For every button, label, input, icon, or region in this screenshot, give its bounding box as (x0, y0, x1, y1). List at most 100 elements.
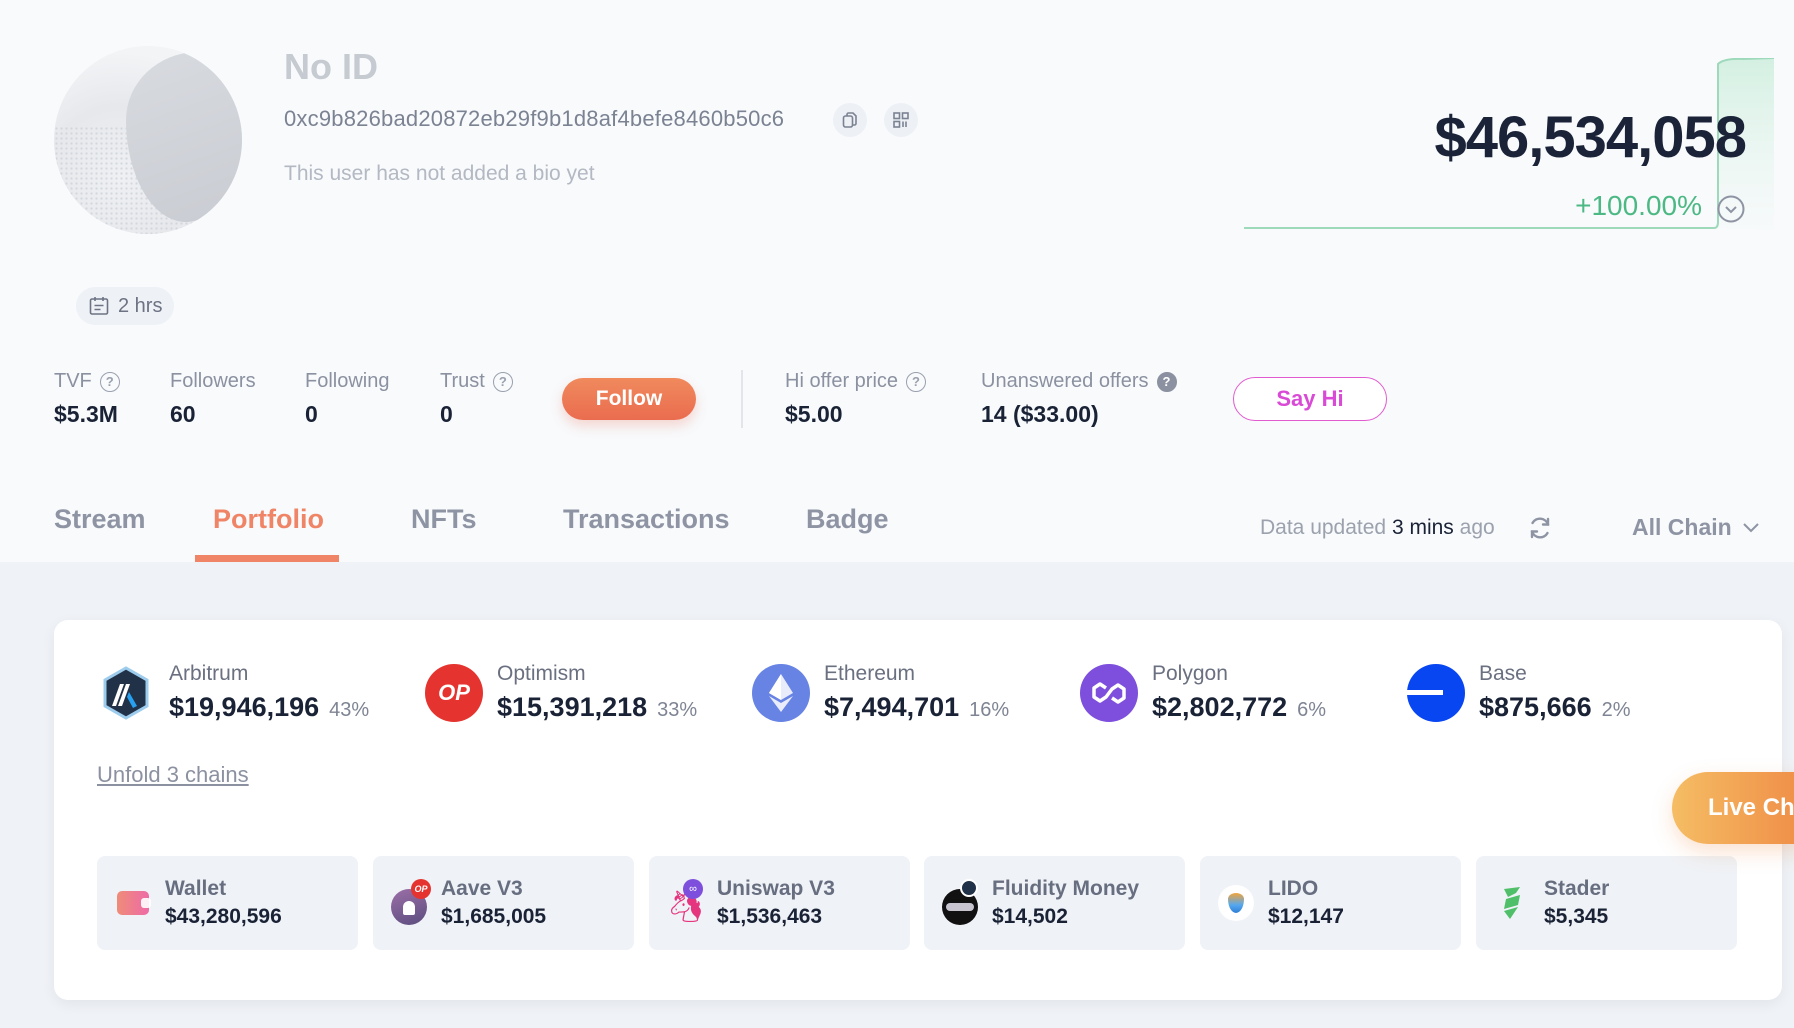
protocol-item-aave-v3[interactable]: OP Aave V3 $1,685,005 (373, 856, 634, 950)
stat-value: 0 (440, 401, 453, 427)
protocol-name: Uniswap V3 (717, 877, 835, 900)
stat-label: Hi offer price (785, 370, 899, 392)
stat-trust: Trust? 0 (440, 370, 513, 428)
updated-time: 3 mins (1391, 516, 1454, 539)
chain-item-polygon[interactable]: Polygon $2,802,772 6% (1080, 662, 1326, 723)
protocol-name: Stader (1544, 877, 1610, 900)
stat-label: TVF (54, 370, 92, 392)
optimism-badge-icon: OP (411, 879, 431, 899)
chain-percent: 2% (1601, 699, 1631, 721)
protocol-item-wallet[interactable]: Wallet $43,280,596 (97, 856, 358, 950)
stat-label: Unanswered offers (981, 370, 1149, 392)
chain-name: Arbitrum (169, 662, 249, 685)
wallet-icon (115, 885, 151, 921)
chain-percent: 33% (657, 699, 698, 721)
protocol-value: $14,502 (992, 905, 1068, 928)
arbitrum-icon (97, 664, 155, 722)
protocol-value: $1,536,463 (717, 905, 823, 928)
protocol-item-stader[interactable]: Stader $5,345 (1476, 856, 1737, 950)
help-icon[interactable]: ? (99, 371, 120, 392)
stat-tvf: TVF? $5.3M (54, 370, 120, 428)
chain-name: Polygon (1152, 662, 1228, 685)
chain-item-ethereum[interactable]: Ethereum $7,494,701 16% (752, 662, 1009, 723)
chain-value: $875,666 (1479, 692, 1592, 722)
active-time-badge: 2 hrs (76, 287, 175, 325)
say-hi-button[interactable]: Say Hi (1233, 377, 1387, 421)
chain-value: $19,946,196 (169, 692, 320, 722)
chain-value: $15,391,218 (497, 692, 648, 722)
qr-code-icon (893, 112, 909, 128)
chain-filter-dropdown[interactable]: All Chain (1632, 514, 1760, 541)
qr-code-button[interactable] (884, 103, 918, 137)
protocol-item-uniswap-v3[interactable]: 🦄︎ ∞ Uniswap V3 $1,536,463 (649, 856, 910, 950)
follow-button[interactable]: Follow (562, 378, 696, 420)
polygon-badge-icon: ∞ (683, 879, 703, 899)
help-icon[interactable]: ? (1156, 371, 1177, 392)
protocol-name: Wallet (165, 877, 227, 900)
copy-address-button[interactable] (833, 103, 867, 137)
chain-value: $7,494,701 (824, 692, 960, 722)
chain-percent: 43% (329, 699, 370, 721)
tab-nfts[interactable]: NFTs (411, 504, 477, 535)
stat-unanswered-offers: Unanswered offers? 14 ($33.00) (981, 370, 1177, 428)
calendar-icon (89, 297, 109, 315)
chain-item-base[interactable]: Base $875,666 2% (1407, 662, 1631, 723)
stader-icon (1494, 885, 1530, 921)
help-icon[interactable]: ? (492, 371, 513, 392)
chain-item-optimism[interactable]: OP Optimism $15,391,218 33% (425, 662, 697, 723)
avatar (54, 46, 242, 234)
copy-icon (842, 112, 857, 128)
chain-percent: 6% (1297, 699, 1327, 721)
protocol-item-fluidity-money[interactable]: Fluidity Money $14,502 (924, 856, 1185, 950)
chain-value: $2,802,772 (1152, 692, 1288, 722)
protocol-name: Fluidity Money (992, 877, 1139, 900)
chevron-down-circle-icon[interactable] (1716, 194, 1746, 224)
wallet-address: 0xc9b826bad20872eb29f9b1d8af4befe8460b50… (284, 106, 785, 131)
base-icon (1407, 663, 1465, 722)
stat-value: $5.3M (54, 401, 118, 427)
stat-value: $5.00 (785, 401, 843, 427)
stat-value: 14 ($33.00) (981, 401, 1099, 427)
lido-icon (1218, 885, 1254, 921)
polygon-icon (1080, 663, 1138, 722)
stat-label: Following (305, 370, 390, 392)
tab-badge[interactable]: Badge (806, 504, 889, 535)
chain-name: Ethereum (824, 662, 916, 685)
tab-stream[interactable]: Stream (54, 504, 146, 535)
optimism-glyph: OP (438, 679, 470, 705)
help-icon[interactable]: ? (906, 371, 927, 392)
net-worth-change: +100.00% (1575, 190, 1702, 221)
stat-label: Trust (440, 370, 485, 392)
refresh-icon[interactable] (1527, 515, 1553, 541)
net-worth-value: $46,534,058 (1434, 105, 1747, 170)
protocol-value: $5,345 (1544, 905, 1609, 928)
protocol-value: $43,280,596 (165, 905, 282, 928)
active-tab-indicator (195, 555, 339, 562)
live-chat-button[interactable]: Live Chat (1672, 772, 1794, 844)
chain-name: Optimism (497, 662, 586, 685)
stat-followers[interactable]: Followers 60 (170, 370, 256, 428)
stat-following[interactable]: Following 0 (305, 370, 389, 428)
updated-prefix: Data updated (1260, 516, 1387, 539)
protocol-value: $12,147 (1268, 905, 1344, 928)
updated-suffix: ago (1459, 516, 1495, 539)
protocol-name: LIDO (1268, 877, 1319, 900)
protocol-item-lido[interactable]: LIDO $12,147 (1200, 856, 1461, 950)
aave-icon: OP (391, 879, 431, 925)
stat-value: 60 (170, 401, 196, 427)
tab-portfolio[interactable]: Portfolio (213, 504, 324, 535)
protocol-name: Aave V3 (441, 877, 523, 900)
optimism-icon: OP (425, 663, 483, 722)
data-updated-status: Data updated 3 mins ago (1260, 516, 1495, 540)
profile-bio: This user has not added a bio yet (284, 162, 595, 185)
fluidity-icon (942, 879, 978, 925)
unfold-chains-link[interactable]: Unfold 3 chains (97, 762, 249, 788)
chain-item-arbitrum[interactable]: Arbitrum $19,946,196 43% (97, 662, 369, 723)
chain-filter-value: All Chain (1632, 514, 1732, 540)
protocol-value: $1,685,005 (441, 905, 547, 928)
divider (741, 370, 743, 428)
tab-transactions[interactable]: Transactions (563, 504, 730, 535)
stat-value: 0 (305, 401, 318, 427)
ethereum-icon (752, 663, 810, 722)
stat-label: Followers (170, 370, 256, 392)
